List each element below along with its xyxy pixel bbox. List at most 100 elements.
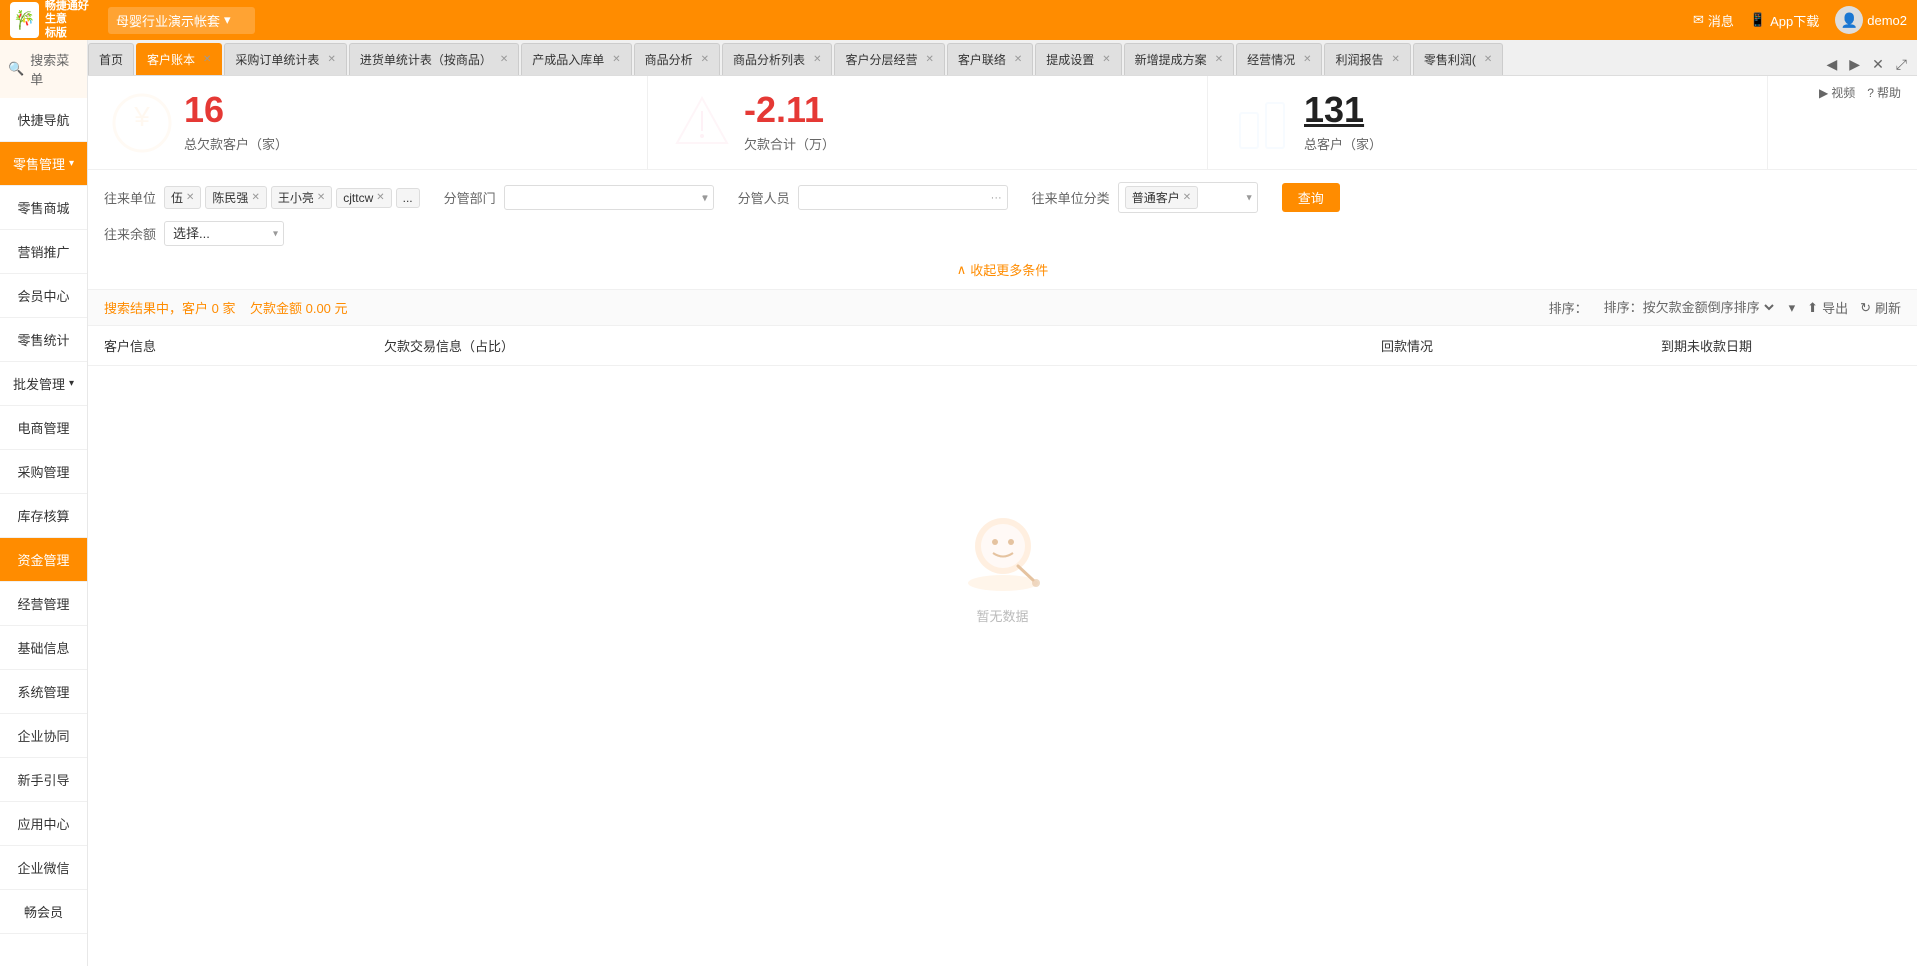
filter-tag-3[interactable]: 王小亮 ✕ [271,186,332,209]
tab-close-icon[interactable]: ✕ [1303,54,1311,65]
sidebar-item-wholesale-mgmt[interactable]: 批发管理 ▾ [0,362,87,406]
filter-tag-more[interactable]: ... [396,188,420,208]
person-more-icon[interactable]: ··· [991,192,1002,204]
tab-close-icon[interactable]: ✕ [925,54,933,65]
filter-area: 往来单位 伍 ✕ 陈民强 ✕ 王小亮 [88,170,1917,289]
tab-nav-right-icon[interactable]: ▶ [1845,54,1864,75]
message-icon: ✉ [1693,12,1704,28]
help-btn[interactable]: ? 帮助 [1867,84,1901,101]
tab-close-icon[interactable]: ✕ [1215,54,1223,65]
sidebar-item-member[interactable]: 畅会员 [0,890,87,934]
tab-incoming-stats[interactable]: 进货单统计表（按商品） ✕ [349,43,519,75]
tab-nav-left-icon[interactable]: ◀ [1823,54,1842,75]
person-input-wrap: ··· [798,185,1008,210]
sidebar-item-new-guide[interactable]: 新手引导 [0,758,87,802]
query-button[interactable]: 查询 [1282,183,1340,212]
sort-label: 排序： [1549,298,1588,317]
tag-close-icon[interactable]: ✕ [186,192,194,203]
tab-customer-contact[interactable]: 客户联络 ✕ [947,43,1033,75]
tab-profit-report[interactable]: 利润报告 ✕ [1324,43,1410,75]
app-download-btn[interactable]: 📱 App下载 [1750,11,1819,30]
stats-row: ¥ 16 总欠款客户（家） [88,76,1917,170]
tab-close-icon[interactable]: ✕ [500,54,508,65]
filter-tag-1[interactable]: 伍 ✕ [164,186,201,209]
tag-close-icon[interactable]: ✕ [376,192,384,203]
tab-close-icon[interactable]: ✕ [701,54,709,65]
collapse-button[interactable]: ∧ 收起更多条件 [104,254,1901,285]
sidebar-item-basic-info[interactable]: 基础信息 [0,626,87,670]
export-icon: ⬆ [1807,300,1818,316]
tab-close-icon[interactable]: ✕ [1392,54,1400,65]
account-selector[interactable]: 母婴行业演示帐套 ▾ [108,7,255,34]
tab-close-icon[interactable]: ✕ [203,54,211,65]
tab-close-icon[interactable]: ✕ [327,54,335,65]
tab-close-all-icon[interactable]: ✕ [1868,54,1888,75]
sort-select[interactable]: 排序：按欠款金额倒序排序 [1600,299,1777,316]
sidebar-item-inventory[interactable]: 库存核算 [0,494,87,538]
unit-class-tag-close-icon[interactable]: ✕ [1183,192,1191,203]
sidebar-item-ecommerce[interactable]: 电商管理 [0,406,87,450]
tab-home[interactable]: 首页 [88,43,134,75]
sidebar-item-retail-mgmt[interactable]: 零售管理 ▾ [0,142,87,186]
refresh-icon: ↻ [1860,300,1871,316]
sidebar-item-finance[interactable]: 资金管理 [0,538,87,582]
filter-tag-2[interactable]: 陈民强 ✕ [205,186,266,209]
balance-select[interactable]: 选择... [164,221,284,246]
tab-reminder-settings[interactable]: 提成设置 ✕ [1035,43,1121,75]
tab-ops-situation[interactable]: 经营情况 ✕ [1236,43,1322,75]
stat-number-total: 131 [1304,92,1382,128]
person-input[interactable] [798,185,1008,210]
message-btn[interactable]: ✉ 消息 [1693,11,1734,30]
video-btn[interactable]: ▶ 视频 [1819,84,1855,101]
col-header-customer: 客户信息 [104,336,384,355]
stat-number-amount: -2.11 [744,92,835,128]
sidebar-item-member-center[interactable]: 会员中心 [0,274,87,318]
stat-block-amount: -2.11 欠款合计（万） [648,76,1208,169]
tab-purchase-order-stats[interactable]: 采购订单统计表 ✕ [224,43,346,75]
export-button[interactable]: ⬆ 导出 [1807,298,1848,317]
tab-close-icon[interactable]: ✕ [612,54,620,65]
no-data-wrapper: 暂无数据 [893,446,1113,686]
tab-retail-profit[interactable]: 零售利润( ✕ [1413,43,1503,75]
sidebar-item-retail-mall[interactable]: 零售商城 [0,186,87,230]
user-avatar-btn[interactable]: 👤 demo2 [1835,6,1907,34]
sidebar-item-retail-stats[interactable]: 零售统计 [0,318,87,362]
unit-tag-group: 伍 ✕ 陈民强 ✕ 王小亮 ✕ [164,186,420,209]
tab-maximize-icon[interactable]: ⤢ [1892,54,1911,75]
sidebar-item-marketing[interactable]: 营销推广 [0,230,87,274]
sidebar-item-purchase[interactable]: 采购管理 [0,450,87,494]
tab-product-analysis[interactable]: 商品分析 ✕ [634,43,720,75]
dept-input[interactable] [504,185,714,210]
tab-customer-tier[interactable]: 客户分层经营 ✕ [834,43,944,75]
tab-new-achievement[interactable]: 新增提成方案 ✕ [1124,43,1234,75]
tab-product-entry[interactable]: 产成品入库单 ✕ [521,43,631,75]
tab-close-icon[interactable]: ✕ [1014,54,1022,65]
col-header-debt: 欠款交易信息（占比） [384,336,1381,355]
tab-close-icon[interactable]: ✕ [1102,54,1110,65]
unit-class-select[interactable]: 普通客户 ✕ [1118,182,1258,213]
sidebar-item-system[interactable]: 系统管理 [0,670,87,714]
tag-close-icon[interactable]: ✕ [317,192,325,203]
dept-more-icon[interactable]: ▾ [702,191,708,204]
sidebar-item-app-center[interactable]: 应用中心 [0,802,87,846]
sidebar-item-quick-nav[interactable]: 快捷导航 [0,98,87,142]
sidebar-item-ops-mgmt[interactable]: 经营管理 [0,582,87,626]
sidebar-item-enterprise-wx[interactable]: 企业微信 [0,846,87,890]
chevron-down-icon-wholesale: ▾ [69,378,74,389]
refresh-button[interactable]: ↻ 刷新 [1860,298,1901,317]
filter-tag-4[interactable]: cjttcw ✕ [336,188,391,208]
tab-customer-book[interactable]: 客户账本 ✕ [136,43,222,75]
unit-class-tag[interactable]: 普通客户 ✕ [1125,186,1198,209]
stat-number-customers: 16 [184,92,288,128]
sidebar-item-enterprise[interactable]: 企业协同 [0,714,87,758]
tab-product-analysis-list[interactable]: 商品分析列表 ✕ [722,43,832,75]
tab-close-icon[interactable]: ✕ [813,54,821,65]
app-wrapper: 🎋 畅捷通好生意 标版 母婴行业演示帐套 ▾ ✉ 消息 📱 App下载 👤 de… [0,0,1917,966]
page-content: ¥ 16 总欠款客户（家） [88,76,1917,966]
tag-close-icon[interactable]: ✕ [251,192,259,203]
sidebar-search[interactable]: 🔍 搜索菜单 [0,40,87,98]
tab-close-icon[interactable]: ✕ [1484,54,1492,65]
stat-info-amount: -2.11 欠款合计（万） [744,92,835,153]
stat-icon-customers: ¥ [112,93,172,153]
search-icon: 🔍 [8,61,24,77]
